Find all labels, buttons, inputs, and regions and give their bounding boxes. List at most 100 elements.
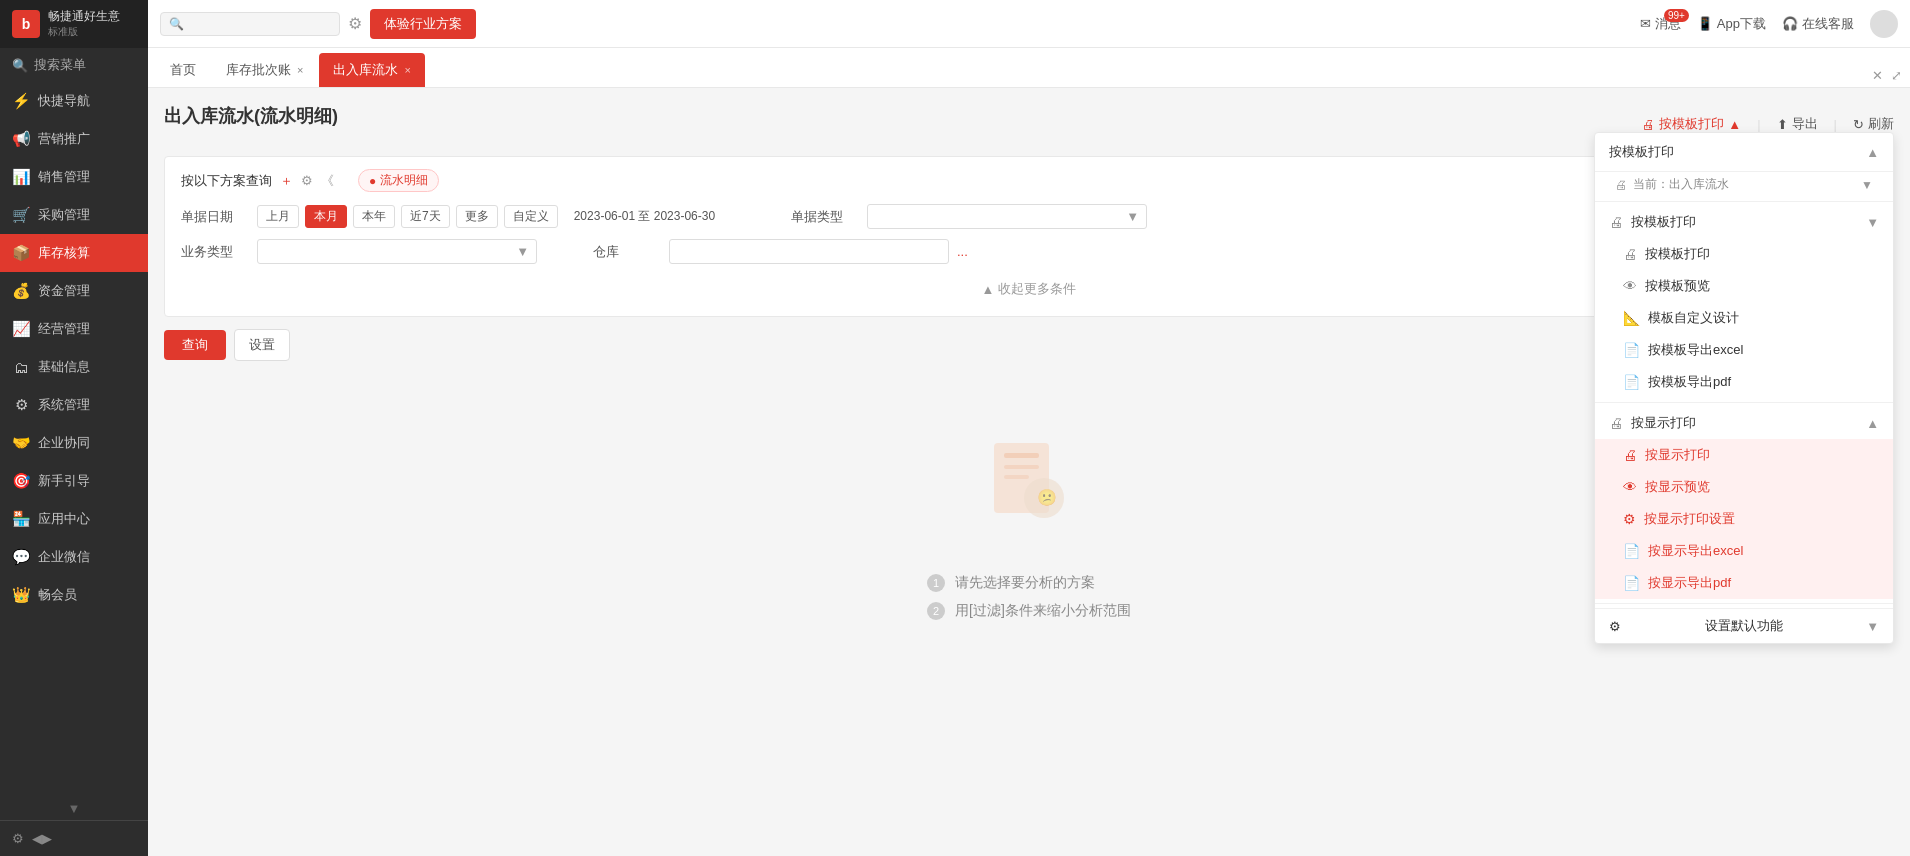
section-template-print-section-label: 按模板打印 — [1631, 213, 1696, 231]
print-section-display-print-section[interactable]: 🖨按显示打印▲ — [1595, 407, 1893, 439]
filter-tag-wrap: ● 流水明细 — [358, 169, 439, 192]
sidebar-guide-icon: 🎯 — [12, 472, 30, 490]
sidebar-item-sales[interactable]: 📊 销售管理 — [0, 158, 148, 196]
date-btn-custom[interactable]: 自定义 — [504, 205, 558, 228]
display-preview-label: 按显示预览 — [1645, 478, 1710, 496]
print-item-template-export-excel[interactable]: 📄按模板导出excel — [1595, 334, 1893, 366]
online-service[interactable]: 🎧 在线客服 — [1782, 15, 1854, 33]
print-item-display-preview[interactable]: 👁按显示预览 — [1595, 471, 1893, 503]
step-2-num: 2 — [927, 602, 945, 620]
biz-type-select-wrap: ▼ — [257, 239, 537, 264]
sidebar-item-inventory[interactable]: 📦 库存核算 — [0, 234, 148, 272]
doc-type-input[interactable] — [867, 204, 1147, 229]
print-item-template-print-item[interactable]: 🖨按模板打印 — [1595, 238, 1893, 270]
date-btn-current-month[interactable]: 本月 — [305, 205, 347, 228]
sidebar-app-center-label: 应用中心 — [38, 510, 90, 528]
tab-home[interactable]: 首页 — [156, 53, 210, 87]
section-template-print-section-arrow: ▼ — [1866, 215, 1879, 230]
tab-batch-account-label: 库存批次账 — [226, 61, 291, 79]
refresh-btn[interactable]: ↻ 刷新 — [1853, 115, 1894, 133]
sidebar-item-weixin[interactable]: 💬 企业微信 — [0, 538, 148, 576]
date-btn-more[interactable]: 更多 — [456, 205, 498, 228]
expand-tab-icon[interactable]: ⤢ — [1891, 68, 1902, 83]
tab-in-out-flow-close[interactable]: × — [404, 64, 410, 76]
close-tab-icon[interactable]: ✕ — [1872, 68, 1883, 83]
template-print-label: 按模板打印 — [1659, 115, 1724, 133]
step-1-text: 请先选择要分析的方案 — [955, 574, 1095, 590]
message-badge[interactable]: ✉ 消息 99+ — [1640, 15, 1681, 33]
print-item-template-preview[interactable]: 👁按模板预览 — [1595, 270, 1893, 302]
section-template-print-section-icon: 🖨 — [1609, 214, 1623, 230]
print-bottom-item[interactable]: ⚙设置默认功能▼ — [1595, 608, 1893, 643]
topbar-gear-icon[interactable]: ⚙ — [348, 14, 362, 33]
topbar-search-box[interactable]: 🔍 — [160, 12, 340, 36]
export-btn[interactable]: ⬆ 导出 — [1777, 115, 1818, 133]
date-btn-last-7-days[interactable]: 近7天 — [401, 205, 450, 228]
sidebar-item-quick-nav[interactable]: ⚡ 快捷导航 — [0, 82, 148, 120]
sidebar-inventory-icon: 📦 — [12, 244, 30, 262]
warehouse-more[interactable]: ... — [957, 244, 968, 259]
date-btn-last-month[interactable]: 上月 — [257, 205, 299, 228]
print-item-display-export-pdf[interactable]: 📄按显示导出pdf — [1595, 567, 1893, 599]
template-print-btn[interactable]: 🖨 按模板打印 ▲ — [1642, 115, 1741, 133]
date-btn-current-year[interactable]: 本年 — [353, 205, 395, 228]
sidebar-finance-label: 资金管理 — [38, 282, 90, 300]
template-export-excel-icon: 📄 — [1623, 342, 1640, 358]
warehouse-label: 仓库 — [593, 243, 653, 261]
sidebar-item-guide[interactable]: 🎯 新手引导 — [0, 462, 148, 500]
sidebar-item-basic[interactable]: 🗂 基础信息 — [0, 348, 148, 386]
sidebar-item-app-center[interactable]: 🏪 应用中心 — [0, 500, 148, 538]
sidebar-item-member[interactable]: 👑 畅会员 — [0, 576, 148, 614]
sidebar-enterprise-icon: 🤝 — [12, 434, 30, 452]
display-export-excel-label: 按显示导出excel — [1648, 542, 1743, 560]
sidebar-item-operation[interactable]: 📈 经营管理 — [0, 310, 148, 348]
print-item-display-print-settings[interactable]: ⚙按显示打印设置 — [1595, 503, 1893, 535]
sidebar-item-marketing[interactable]: 📢 营销推广 — [0, 120, 148, 158]
collapse-label: 收起更多条件 — [998, 280, 1076, 298]
sidebar-weixin-label: 企业微信 — [38, 548, 90, 566]
tab-in-out-flow[interactable]: 出入库流水× — [319, 53, 424, 87]
print-item-display-export-excel[interactable]: 📄按显示导出excel — [1595, 535, 1893, 567]
sidebar-purchase-label: 采购管理 — [38, 206, 90, 224]
separator-2: | — [1834, 117, 1837, 132]
filter-gear-icon[interactable]: ⚙ — [301, 173, 313, 188]
print-item-template-customize[interactable]: 📐模板自定义设计 — [1595, 302, 1893, 334]
sidebar-bottom: ⚙ ◀▶ — [0, 820, 148, 856]
sidebar-item-finance[interactable]: 💰 资金管理 — [0, 272, 148, 310]
collapse-icon[interactable]: ◀▶ — [32, 831, 52, 846]
content-area: 出入库流水(流水明细) 🖨 按模板打印 ▲ | ⬆ 导出 | ↻ 刷新 — [148, 88, 1910, 856]
tab-batch-account-close[interactable]: × — [297, 64, 303, 76]
sidebar-search[interactable]: 🔍 搜索菜单 — [0, 48, 148, 82]
topbar-search-icon: 🔍 — [169, 17, 184, 31]
print-dropdown-close[interactable]: ▲ — [1866, 145, 1879, 160]
industry-btn[interactable]: 体验行业方案 — [370, 9, 476, 39]
sidebar-member-icon: 👑 — [12, 586, 30, 604]
tab-batch-account[interactable]: 库存批次账 × — [212, 53, 317, 87]
sidebar-item-purchase[interactable]: 🛒 采购管理 — [0, 196, 148, 234]
warehouse-input[interactable] — [669, 239, 949, 264]
search-icon: 🔍 — [12, 58, 28, 73]
print-item-display-print-item[interactable]: 🖨按显示打印 — [1595, 439, 1893, 471]
svg-text:😕: 😕 — [1037, 488, 1057, 507]
app-download[interactable]: 📱 App下载 — [1697, 15, 1766, 33]
sidebar-system-label: 系统管理 — [38, 396, 90, 414]
sidebar-scroll-down[interactable]: ▼ — [0, 797, 148, 820]
settings-icon[interactable]: ⚙ — [12, 831, 24, 846]
template-print-item-icon: 🖨 — [1623, 246, 1637, 262]
message-count: 99+ — [1664, 9, 1689, 22]
query-button[interactable]: 查询 — [164, 330, 226, 360]
print-section-template-print-section[interactable]: 🖨 按模板打印 ▼ — [1595, 206, 1893, 238]
sidebar-quick-nav-icon: ⚡ — [12, 92, 30, 110]
filter-collapse-icon[interactable]: 《 — [321, 172, 334, 190]
filter-add-icon[interactable]: ＋ — [280, 172, 293, 190]
date-options: 上月本月本年近7天更多自定义 — [257, 205, 558, 228]
sidebar-item-system[interactable]: ⚙ 系统管理 — [0, 386, 148, 424]
display-export-pdf-label: 按显示导出pdf — [1648, 574, 1731, 592]
biz-type-input[interactable] — [257, 239, 537, 264]
print-item-template-export-pdf[interactable]: 📄按模板导出pdf — [1595, 366, 1893, 398]
user-avatar[interactable] — [1870, 10, 1898, 38]
doc-type-select-wrap: ▼ — [867, 204, 1147, 229]
sidebar-item-enterprise[interactable]: 🤝 企业协同 — [0, 424, 148, 462]
set-default-arrow: ▼ — [1866, 619, 1879, 634]
settings-button[interactable]: 设置 — [234, 329, 290, 361]
